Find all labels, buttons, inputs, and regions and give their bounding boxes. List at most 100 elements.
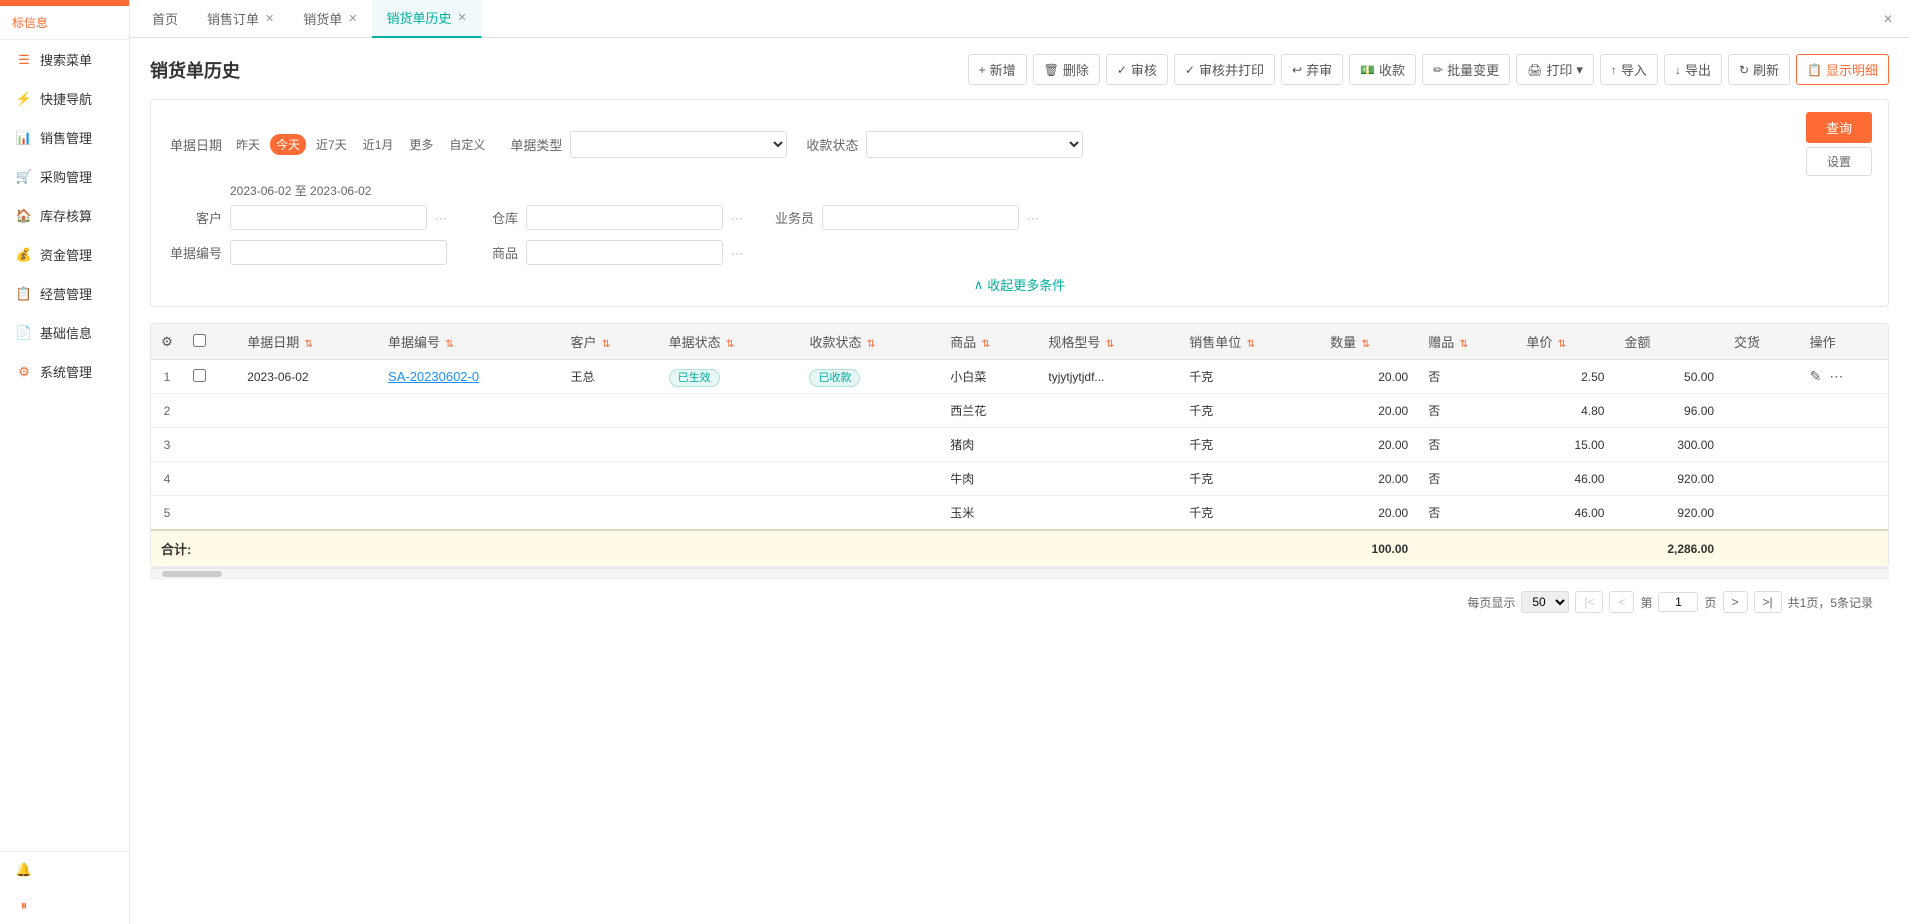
sort-customer-icon: ⇅ xyxy=(602,339,610,350)
first-page-btn[interactable]: |< xyxy=(1575,591,1603,613)
th-doc-no[interactable]: 单据编号 ⇅ xyxy=(378,324,560,360)
tab-sales-goods-history[interactable]: 销货单历史 ✕ xyxy=(372,0,481,38)
customer-dots[interactable]: ··· xyxy=(435,211,447,225)
sidebar-item-quick-nav[interactable]: ⚡ 快捷导航 xyxy=(0,79,129,118)
table-body: 1 2023-06-02 SA-20230602-0 王总 已生效 已收款 xyxy=(151,360,1888,567)
display-detail-button[interactable]: 📋 显示明细 xyxy=(1796,54,1889,85)
last-page-btn[interactable]: >| xyxy=(1754,591,1782,613)
tab-home[interactable]: 首页 xyxy=(138,0,193,38)
doc-type-select[interactable] xyxy=(570,131,787,158)
more-icon-1[interactable]: ⋯ xyxy=(1829,368,1843,385)
sidebar-item-purchase-mgmt[interactable]: 🛒 采购管理 xyxy=(0,157,129,196)
sidebar-item-sales-mgmt[interactable]: 📊 销售管理 xyxy=(0,118,129,157)
row-checkbox-1[interactable] xyxy=(183,360,237,394)
date-btn-more[interactable]: 更多 xyxy=(403,134,439,155)
th-price[interactable]: 单价 ⇅ xyxy=(1516,324,1614,360)
row-payment-status-2 xyxy=(799,394,940,428)
stock-calc-icon: 🏠 xyxy=(16,208,32,224)
settings-gear-icon[interactable]: ⚙ xyxy=(161,334,173,349)
sidebar-item-ops-mgmt[interactable]: 📋 经营管理 xyxy=(0,274,129,313)
per-page-select[interactable]: 50 xyxy=(1521,591,1569,613)
th-doc-status[interactable]: 单据状态 ⇅ xyxy=(659,324,800,360)
abandon-button[interactable]: ↩ 弃审 xyxy=(1281,54,1343,85)
customer-label: 客户 xyxy=(167,208,222,227)
doc-no-input[interactable] xyxy=(230,240,447,265)
warehouse-dots[interactable]: ··· xyxy=(731,211,743,225)
horizontal-scrollbar[interactable] xyxy=(150,568,1889,578)
tab-sales-goods[interactable]: 销货单 ✕ xyxy=(289,0,372,38)
payment-status-filter-group: 收款状态 xyxy=(803,131,1083,158)
sidebar-item-stock-calc[interactable]: 🏠 库存核算 xyxy=(0,196,129,235)
th-customer[interactable]: 客户 ⇅ xyxy=(560,324,658,360)
th-qty[interactable]: 数量 ⇅ xyxy=(1320,324,1418,360)
business-rep-dots[interactable]: ··· xyxy=(1027,211,1039,225)
th-unit[interactable]: 销售单位 ⇅ xyxy=(1179,324,1320,360)
next-page-btn[interactable]: > xyxy=(1723,591,1748,613)
date-btn-yesterday[interactable]: 昨天 xyxy=(230,134,266,155)
tab-sales-goods-history-close[interactable]: ✕ xyxy=(458,11,467,24)
goods-filter-group: 商品 ··· xyxy=(463,240,743,265)
doc-no-link-1[interactable]: SA-20230602-0 xyxy=(388,369,479,384)
new-button[interactable]: + 新增 xyxy=(968,54,1027,85)
sidebar-item-search-menu[interactable]: ☰ 搜索菜单 xyxy=(0,40,129,79)
tab-sales-order[interactable]: 销售订单 ✕ xyxy=(193,0,289,38)
goods-dots[interactable]: ··· xyxy=(731,246,743,260)
payment-status-badge-1: 已收款 xyxy=(809,369,860,387)
row-spec-4 xyxy=(1038,462,1179,496)
export-button[interactable]: ↓ 导出 xyxy=(1664,54,1722,85)
th-payment-status[interactable]: 收款状态 ⇅ xyxy=(799,324,940,360)
close-all-tabs[interactable]: ✕ xyxy=(1875,12,1901,26)
date-btn-custom[interactable]: 自定义 xyxy=(443,134,491,155)
delete-button[interactable]: 🗑 删除 xyxy=(1033,54,1100,85)
sidebar-item-basic-info[interactable]: 📄 基础信息 xyxy=(0,313,129,352)
th-goods[interactable]: 商品 ⇅ xyxy=(940,324,1038,360)
payment-status-select[interactable] xyxy=(866,131,1083,158)
sidebar-bottom-icon2[interactable]: ⏸ xyxy=(0,888,129,924)
summary-total-amount: 2,286.00 xyxy=(1614,530,1724,567)
th-gift[interactable]: 赠品 ⇅ xyxy=(1418,324,1516,360)
audit-print-icon: ✓ xyxy=(1185,63,1195,77)
sidebar-item-fund-mgmt[interactable]: 💰 资金管理 xyxy=(0,235,129,274)
tab-sales-order-close[interactable]: ✕ xyxy=(265,12,274,25)
row-doc-no-2 xyxy=(378,394,560,428)
print-button[interactable]: 🖨 打印 ▾ xyxy=(1516,54,1594,85)
th-doc-date[interactable]: 单据日期 ⇅ xyxy=(237,324,378,360)
sidebar-bottom-icon1[interactable]: 🔔 xyxy=(0,852,129,888)
date-btn-last1month[interactable]: 近1月 xyxy=(357,134,400,155)
row-num-2: 2 xyxy=(151,394,183,428)
summary-empty2 xyxy=(1418,530,1614,567)
query-button[interactable]: 查询 xyxy=(1806,112,1872,143)
sidebar-item-sys-mgmt[interactable]: ⚙ 系统管理 xyxy=(0,352,129,391)
prev-page-btn[interactable]: < xyxy=(1609,591,1634,613)
edit-icon-1[interactable]: ✎ xyxy=(1810,368,1822,385)
date-btn-today[interactable]: 今天 xyxy=(270,134,306,155)
abandon-icon: ↩ xyxy=(1292,63,1302,77)
collapse-filter-btn[interactable]: ∧ 收起更多条件 xyxy=(167,275,1872,294)
audit-button[interactable]: ✓ 审核 xyxy=(1106,54,1168,85)
select-all-checkbox[interactable] xyxy=(193,334,206,347)
scrollbar-thumb[interactable] xyxy=(162,571,222,577)
warehouse-input[interactable] xyxy=(526,205,723,230)
ops-mgmt-icon: 📋 xyxy=(16,286,32,302)
row-customer-1: 王总 xyxy=(560,360,658,394)
audit-icon: ✓ xyxy=(1117,63,1127,77)
goods-input[interactable] xyxy=(526,240,723,265)
date-btn-last7days[interactable]: 近7天 xyxy=(310,134,353,155)
refresh-button[interactable]: ↻ 刷新 xyxy=(1728,54,1790,85)
th-spec[interactable]: 规格型号 ⇅ xyxy=(1038,324,1179,360)
tab-sales-goods-close[interactable]: ✕ xyxy=(348,12,357,25)
collect-button[interactable]: 💵 收款 xyxy=(1349,54,1416,85)
set-button[interactable]: 设置 xyxy=(1806,147,1872,176)
sidebar-item-label: 搜索菜单 xyxy=(40,50,92,69)
audit-print-button[interactable]: ✓ 审核并打印 xyxy=(1174,54,1275,85)
business-rep-input[interactable] xyxy=(822,205,1019,230)
quick-nav-icon: ⚡ xyxy=(16,91,32,107)
page-input[interactable]: 1 xyxy=(1658,592,1698,612)
row-select-checkbox-1[interactable] xyxy=(193,369,206,382)
import-button[interactable]: ↑ 导入 xyxy=(1600,54,1658,85)
print-icon: 🖨 xyxy=(1527,63,1542,77)
row-price-1: 2.50 xyxy=(1516,360,1614,394)
batch-change-button[interactable]: ✏ 批量变更 xyxy=(1422,54,1510,85)
sort-payment-status-icon: ⇅ xyxy=(867,339,875,350)
customer-input[interactable] xyxy=(230,205,427,230)
